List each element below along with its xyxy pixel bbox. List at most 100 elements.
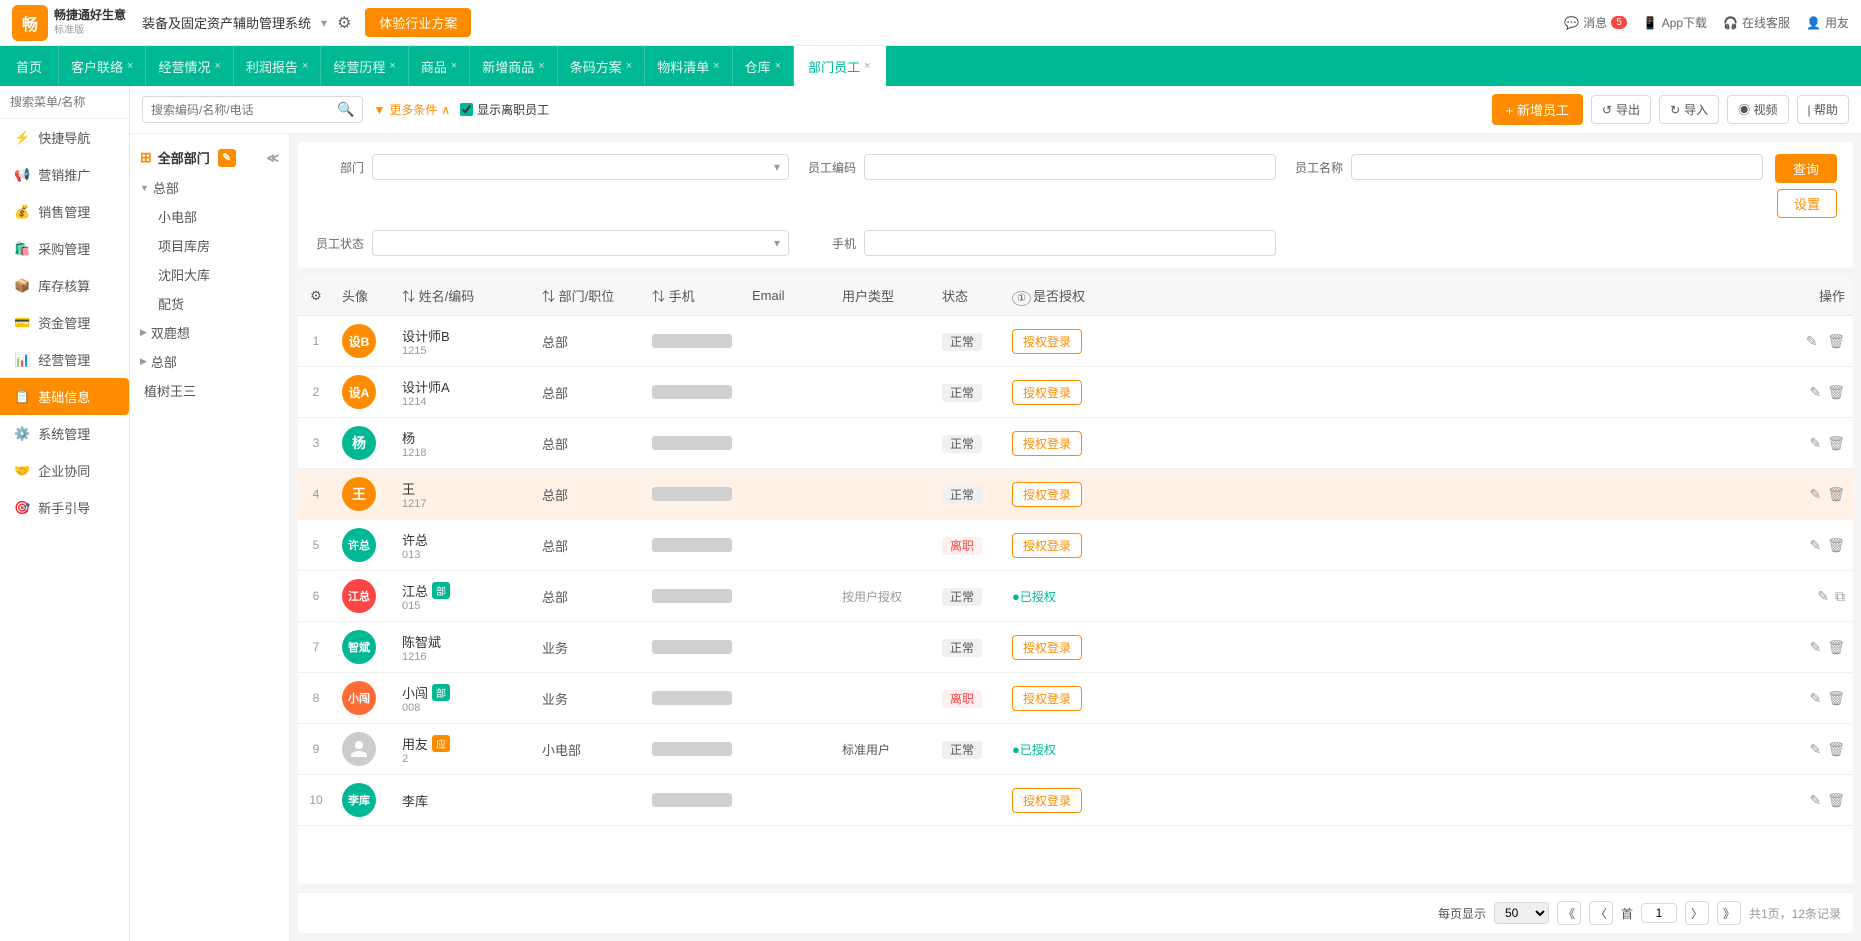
tab-profit[interactable]: 利润报告 × [234, 46, 321, 86]
sidebar-item-quick-nav[interactable]: ⚡快捷导航 [0, 119, 129, 156]
close-icon[interactable]: × [713, 60, 719, 72]
page-number-input[interactable] [1641, 903, 1677, 923]
dept-item-xiaodian[interactable]: 小电部 [130, 202, 289, 231]
tab-employees[interactable]: 部门员工 × [794, 46, 885, 86]
first-page-btn[interactable]: 《 [1557, 901, 1581, 925]
copy-icon[interactable]: ⧉ [1835, 588, 1845, 604]
gear-icon[interactable]: ⚙ [337, 13, 351, 33]
tab-history[interactable]: 经营历程 × [321, 46, 408, 86]
prev-page-btn[interactable]: 〈 [1589, 901, 1613, 925]
delete-icon[interactable]: 🗑 [1827, 537, 1845, 553]
col-name-header[interactable]: ⇅ 姓名/编码 [394, 276, 534, 316]
close-icon[interactable]: × [302, 60, 308, 72]
edit-icon[interactable]: ✎ [1809, 639, 1821, 655]
show-resigned-checkbox[interactable] [460, 103, 473, 116]
delete-icon[interactable]: 🗑 [1827, 333, 1845, 349]
collapse-icon[interactable]: ≪ [266, 151, 279, 165]
dept-item-shenyang[interactable]: 沈阳大库 [130, 260, 289, 289]
col-dept-header[interactable]: ⇅ 部门/职位 [534, 276, 644, 316]
authorize-button[interactable]: 授权登录 [1012, 533, 1082, 558]
tab-add-goods[interactable]: 新增商品 × [470, 46, 557, 86]
online-service-btn[interactable]: 🎧 在线客服 [1723, 14, 1790, 31]
phone-input[interactable] [864, 230, 1276, 256]
search-button[interactable]: 查询 [1775, 154, 1837, 183]
sidebar-item-purchase[interactable]: 🛍️采购管理 [0, 230, 129, 267]
tab-operation[interactable]: 经营情况 × [146, 46, 233, 86]
view-button[interactable]: ◉ 视频 [1727, 95, 1788, 124]
delete-icon[interactable]: 🗑 [1827, 690, 1845, 706]
edit-icon[interactable]: ✎ [1809, 537, 1821, 553]
dept-item-zhishu[interactable]: 植树王三 [130, 376, 289, 405]
help-button[interactable]: | 帮助 [1797, 95, 1849, 124]
authorize-button[interactable]: 授权登录 [1012, 686, 1082, 711]
sidebar-item-system[interactable]: ⚙️系统管理 [0, 415, 129, 452]
dept-edit-icon[interactable]: ✎ [218, 149, 236, 167]
sidebar-item-basic-info[interactable]: 📋基础信息 [0, 378, 129, 415]
tab-home[interactable]: 首页 [0, 46, 59, 86]
delete-icon[interactable]: 🗑 [1827, 384, 1845, 400]
dept-item-distribution[interactable]: 配货 [130, 289, 289, 318]
close-icon[interactable]: × [626, 60, 632, 72]
next-page-btn[interactable]: 〉 [1685, 901, 1709, 925]
dept-group-zongbu[interactable]: ▶ 总部 [130, 347, 289, 376]
delete-icon[interactable]: 🗑 [1827, 741, 1845, 757]
dept-group-main[interactable]: ▼ 总部 [130, 173, 289, 202]
authorize-button[interactable]: 授权登录 [1012, 635, 1082, 660]
export-button[interactable]: ↺ 导出 [1591, 95, 1651, 124]
search-input[interactable] [151, 103, 331, 117]
delete-icon[interactable]: 🗑 [1827, 486, 1845, 502]
sidebar-item-management[interactable]: 📊经营管理 [0, 341, 129, 378]
edit-icon[interactable]: ✎ [1809, 486, 1821, 502]
edit-icon[interactable]: ✎ [1809, 384, 1821, 400]
sidebar-item-collab[interactable]: 🤝企业协同 [0, 452, 129, 489]
col-auth-header[interactable]: ①是否授权 [1004, 276, 1134, 316]
tab-warehouse[interactable]: 仓库 × [733, 46, 794, 86]
close-icon[interactable]: × [864, 60, 870, 72]
close-icon[interactable]: × [127, 60, 133, 72]
tab-goods[interactable]: 商品 × [409, 46, 470, 86]
message-btn[interactable]: 💬 消息 5 [1564, 14, 1627, 31]
edit-icon[interactable]: ✎ [1809, 435, 1821, 451]
dept-group-shuangluxiang[interactable]: ▶ 双鹿想 [130, 318, 289, 347]
edit-icon[interactable]: ✎ [1817, 588, 1829, 604]
import-button[interactable]: ↻ 导入 [1659, 95, 1719, 124]
close-icon[interactable]: × [775, 60, 781, 72]
emp-name-input[interactable] [1351, 154, 1763, 180]
close-icon[interactable]: × [214, 60, 220, 72]
tab-barcode[interactable]: 条码方案 × [558, 46, 645, 86]
sidebar-item-inventory[interactable]: 📦库存核算 [0, 267, 129, 304]
edit-icon[interactable]: ✎ [1806, 333, 1818, 349]
search-icon[interactable]: 🔍 [337, 101, 354, 118]
authorize-button[interactable]: 授权登录 [1012, 431, 1082, 456]
dropdown-arrow[interactable]: ▾ [321, 16, 327, 30]
settings-button[interactable]: 设置 [1777, 189, 1837, 218]
close-icon[interactable]: × [389, 60, 395, 72]
close-icon[interactable]: × [451, 60, 457, 72]
authorize-button[interactable]: 授权登录 [1012, 380, 1082, 405]
dept-select[interactable]: ▾ [372, 154, 789, 180]
sidebar-search-area[interactable]: 🔍 [0, 86, 129, 119]
edit-icon[interactable]: ✎ [1809, 741, 1821, 757]
emp-code-input[interactable] [864, 154, 1276, 180]
more-conditions-btn[interactable]: ▼ 更多条件 ∧ [373, 101, 450, 118]
sidebar-item-sales[interactable]: 💰销售管理 [0, 193, 129, 230]
edit-icon[interactable]: ✎ [1809, 690, 1821, 706]
close-icon[interactable]: × [538, 60, 544, 72]
col-settings[interactable]: ⚙ [298, 276, 334, 316]
sidebar-item-finance[interactable]: 💳资金管理 [0, 304, 129, 341]
show-resigned-label[interactable]: 显示离职员工 [460, 101, 549, 118]
authorize-button[interactable]: 授权登录 [1012, 329, 1082, 354]
page-size-select[interactable]: 50 100 [1494, 902, 1549, 924]
last-page-btn[interactable]: 》 [1717, 901, 1741, 925]
col-phone-header[interactable]: ⇅ 手机 [644, 276, 744, 316]
emp-status-select[interactable]: ▾ [372, 230, 789, 256]
sidebar-item-marketing[interactable]: 📢营销推广 [0, 156, 129, 193]
sidebar-item-guide[interactable]: 🎯新手引导 [0, 489, 129, 526]
edit-icon[interactable]: ✎ [1809, 792, 1821, 808]
authorize-button[interactable]: 授权登录 [1012, 788, 1082, 813]
add-employee-button[interactable]: + 新增员工 [1492, 94, 1583, 125]
trial-button[interactable]: 体验行业方案 [365, 8, 471, 37]
tab-bom[interactable]: 物料清单 × [645, 46, 732, 86]
dept-item-project[interactable]: 项目库房 [130, 231, 289, 260]
delete-icon[interactable]: 🗑 [1827, 435, 1845, 451]
